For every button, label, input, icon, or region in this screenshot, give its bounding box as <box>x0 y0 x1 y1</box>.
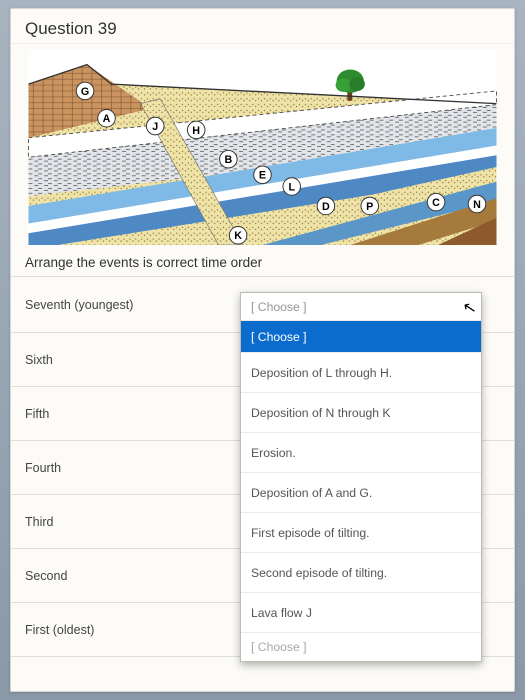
label-N: N <box>473 199 481 211</box>
label-K: K <box>234 230 242 242</box>
row-label: Fourth <box>11 461 242 475</box>
label-E: E <box>259 170 266 182</box>
dropdown-option[interactable]: Deposition of A and G. <box>241 473 481 513</box>
question-card: Question 39 <box>10 8 515 692</box>
row-label: Third <box>11 515 242 529</box>
label-L: L <box>288 181 295 193</box>
ordering-rows: Seventh (youngest) [ Choose ] Sixth Fift… <box>11 277 514 657</box>
dropdown-option-highlight[interactable]: [ Choose ] <box>241 321 481 353</box>
row-label: First (oldest) <box>11 623 242 637</box>
dropdown-option[interactable]: Deposition of L through H. <box>241 353 481 393</box>
question-number: Question 39 <box>11 9 514 44</box>
row-label: Sixth <box>11 353 242 367</box>
question-prompt: Arrange the events is correct time order <box>11 247 514 277</box>
row-label: Fifth <box>11 407 242 421</box>
dropdown-placeholder-top[interactable]: [ Choose ] <box>241 293 481 321</box>
label-B: B <box>225 154 233 166</box>
dropdown-option[interactable]: Erosion. <box>241 433 481 473</box>
label-H: H <box>192 125 200 137</box>
dropdown-option[interactable]: Deposition of N through K <box>241 393 481 433</box>
geologic-diagram-container: G A J H B E L D P C N K <box>11 44 514 247</box>
label-A: A <box>103 113 111 125</box>
geologic-cross-section: G A J H B E L D P C N K <box>25 50 500 245</box>
row-label: Second <box>11 569 242 583</box>
label-G: G <box>81 86 89 98</box>
dropdown-option[interactable]: Second episode of tilting. <box>241 553 481 593</box>
dropdown-open[interactable]: [ Choose ] [ Choose ] Deposition of L th… <box>240 292 482 662</box>
dropdown-option[interactable]: Lava flow J <box>241 593 481 633</box>
label-D: D <box>322 201 330 213</box>
label-P: P <box>366 201 373 213</box>
label-J: J <box>152 121 158 133</box>
dropdown-placeholder-bottom[interactable]: [ Choose ] <box>241 633 481 661</box>
label-C: C <box>432 197 440 209</box>
dropdown-option[interactable]: First episode of tilting. <box>241 513 481 553</box>
row-label: Seventh (youngest) <box>11 298 242 312</box>
